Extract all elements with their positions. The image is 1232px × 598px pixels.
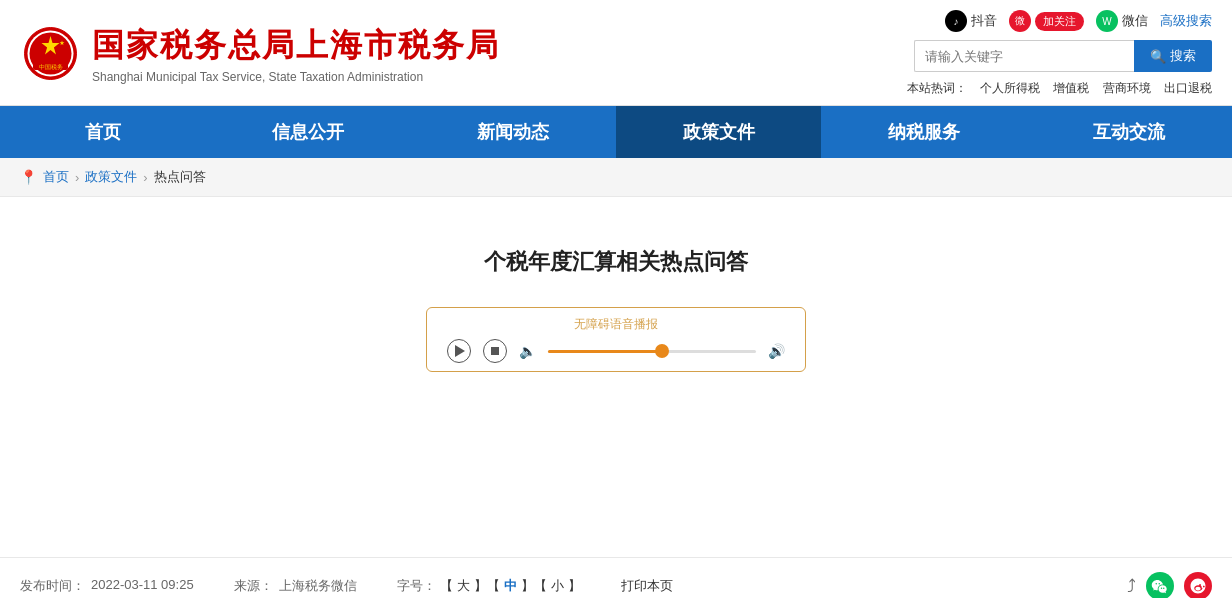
- font-small[interactable]: 小: [551, 577, 564, 595]
- font-size-meta: 字号： 【 大 】【 中 】【 小 】: [397, 577, 581, 595]
- footer-info: 发布时间： 2022-03-11 09:25 来源： 上海税务微信 字号： 【 …: [0, 557, 1232, 598]
- play-button[interactable]: [447, 339, 471, 363]
- breadcrumb-sep-2: ›: [143, 170, 147, 185]
- site-title-en: Shanghai Municipal Tax Service, State Ta…: [92, 70, 500, 84]
- nav-interaction[interactable]: 互动交流: [1027, 106, 1232, 158]
- print-button[interactable]: 打印本页: [621, 577, 673, 595]
- volume-low-icon: 🔈: [519, 343, 536, 359]
- svg-point-7: [1196, 588, 1197, 589]
- weixin-link[interactable]: W 微信: [1096, 10, 1148, 32]
- main-content: 个税年度汇算相关热点问答 无障碍语音播报 🔈 🔊: [0, 197, 1232, 517]
- font-label: 字号：: [397, 577, 436, 595]
- breadcrumb-home[interactable]: 首页: [43, 168, 69, 186]
- hotword-1[interactable]: 个人所得税: [980, 81, 1040, 95]
- bracket-open: 【: [440, 577, 453, 595]
- breadcrumb-parent[interactable]: 政策文件: [85, 168, 137, 186]
- source-label: 来源：: [234, 577, 273, 595]
- advanced-search-link[interactable]: 高级搜索: [1160, 12, 1212, 30]
- hotword-2[interactable]: 增值税: [1053, 81, 1089, 95]
- search-input[interactable]: [914, 40, 1134, 72]
- header-left: 中国税务 国家税务总局上海市税务局 Shanghai Municipal Tax…: [20, 24, 500, 84]
- bracket-mid1: 】【: [474, 577, 500, 595]
- header: 中国税务 国家税务总局上海市税务局 Shanghai Municipal Tax…: [0, 0, 1232, 106]
- stop-button[interactable]: [483, 339, 507, 363]
- hotwords-bar: 本站热词： 个人所得税 增值税 营商环境 出口退税: [897, 80, 1212, 97]
- location-icon: 📍: [20, 169, 37, 185]
- nav-xinxi[interactable]: 信息公开: [205, 106, 410, 158]
- volume-high-icon: 🔊: [768, 343, 785, 359]
- header-title: 国家税务总局上海市税务局 Shanghai Municipal Tax Serv…: [92, 24, 500, 84]
- breadcrumb-sep-1: ›: [75, 170, 79, 185]
- douyin-link[interactable]: ♪ 抖音: [945, 10, 997, 32]
- footer-right: ⤴: [1127, 572, 1212, 598]
- hotword-3[interactable]: 营商环境: [1103, 81, 1151, 95]
- source-meta: 来源： 上海税务微信: [234, 577, 357, 595]
- weibo-icon: [1189, 577, 1207, 595]
- audio-player: 无障碍语音播报 🔈 🔊: [426, 307, 806, 372]
- stop-icon: [491, 347, 499, 355]
- main-nav: 首页 信息公开 新闻动态 政策文件 纳税服务 互动交流: [0, 106, 1232, 158]
- bracket-mid2: 】【: [521, 577, 547, 595]
- volume-fill: [548, 350, 662, 353]
- weixin-label: 微信: [1122, 12, 1148, 30]
- logo: 中国税务: [20, 24, 80, 84]
- article-title: 个税年度汇算相关热点问答: [20, 247, 1212, 277]
- footer-left: 发布时间： 2022-03-11 09:25 来源： 上海税务微信 字号： 【 …: [20, 577, 673, 595]
- nav-home[interactable]: 首页: [0, 106, 205, 158]
- wechat-icon: [1151, 577, 1169, 595]
- site-title-cn: 国家税务总局上海市税务局: [92, 24, 500, 68]
- hotwords-label: 本站热词：: [907, 81, 967, 95]
- volume-thumb[interactable]: [655, 344, 669, 358]
- weibo-icon: 微: [1009, 10, 1031, 32]
- share-icon[interactable]: ⤴: [1127, 576, 1136, 597]
- hotword-4[interactable]: 出口退税: [1164, 81, 1212, 95]
- douyin-label: 抖音: [971, 12, 997, 30]
- weixin-icon: W: [1096, 10, 1118, 32]
- wechat-share-button[interactable]: [1146, 572, 1174, 598]
- audio-player-wrap: 无障碍语音播报 🔈 🔊: [20, 307, 1212, 372]
- nav-policy[interactable]: 政策文件: [616, 106, 821, 158]
- font-large[interactable]: 大: [457, 577, 470, 595]
- weibo-share-button[interactable]: [1184, 572, 1212, 598]
- svg-point-8: [1198, 589, 1199, 590]
- publish-meta: 发布时间： 2022-03-11 09:25: [20, 577, 194, 595]
- svg-text:中国税务: 中国税务: [38, 64, 62, 70]
- search-bar: 🔍 搜索: [914, 40, 1212, 72]
- bracket-close: 】: [568, 577, 581, 595]
- publish-time: 2022-03-11 09:25: [91, 577, 194, 595]
- audio-label: 无障碍语音播报: [574, 316, 658, 333]
- volume-track: [548, 350, 756, 353]
- social-bar: ♪ 抖音 微 加关注 W 微信 高级搜索: [945, 10, 1212, 32]
- weibo-link[interactable]: 微 加关注: [1009, 10, 1084, 32]
- play-icon: [455, 345, 465, 357]
- volume-slider[interactable]: [548, 343, 756, 359]
- nav-tax-service[interactable]: 纳税服务: [821, 106, 1026, 158]
- search-button[interactable]: 🔍 搜索: [1134, 40, 1212, 72]
- douyin-icon: ♪: [945, 10, 967, 32]
- follow-button[interactable]: 加关注: [1035, 12, 1084, 31]
- source-value: 上海税务微信: [279, 577, 357, 595]
- search-button-label: 搜索: [1170, 47, 1196, 65]
- search-icon: 🔍: [1150, 49, 1166, 64]
- breadcrumb-current: 热点问答: [154, 168, 206, 186]
- font-medium[interactable]: 中: [504, 577, 517, 595]
- print-label: 打印本页: [621, 578, 673, 593]
- nav-news[interactable]: 新闻动态: [411, 106, 616, 158]
- publish-label: 发布时间：: [20, 577, 85, 595]
- audio-controls: 🔈 🔊: [447, 339, 785, 363]
- breadcrumb: 📍 首页 › 政策文件 › 热点问答: [0, 158, 1232, 197]
- header-right: ♪ 抖音 微 加关注 W 微信 高级搜索 🔍 搜索 本站热词： 个人所得税 增值…: [897, 10, 1212, 97]
